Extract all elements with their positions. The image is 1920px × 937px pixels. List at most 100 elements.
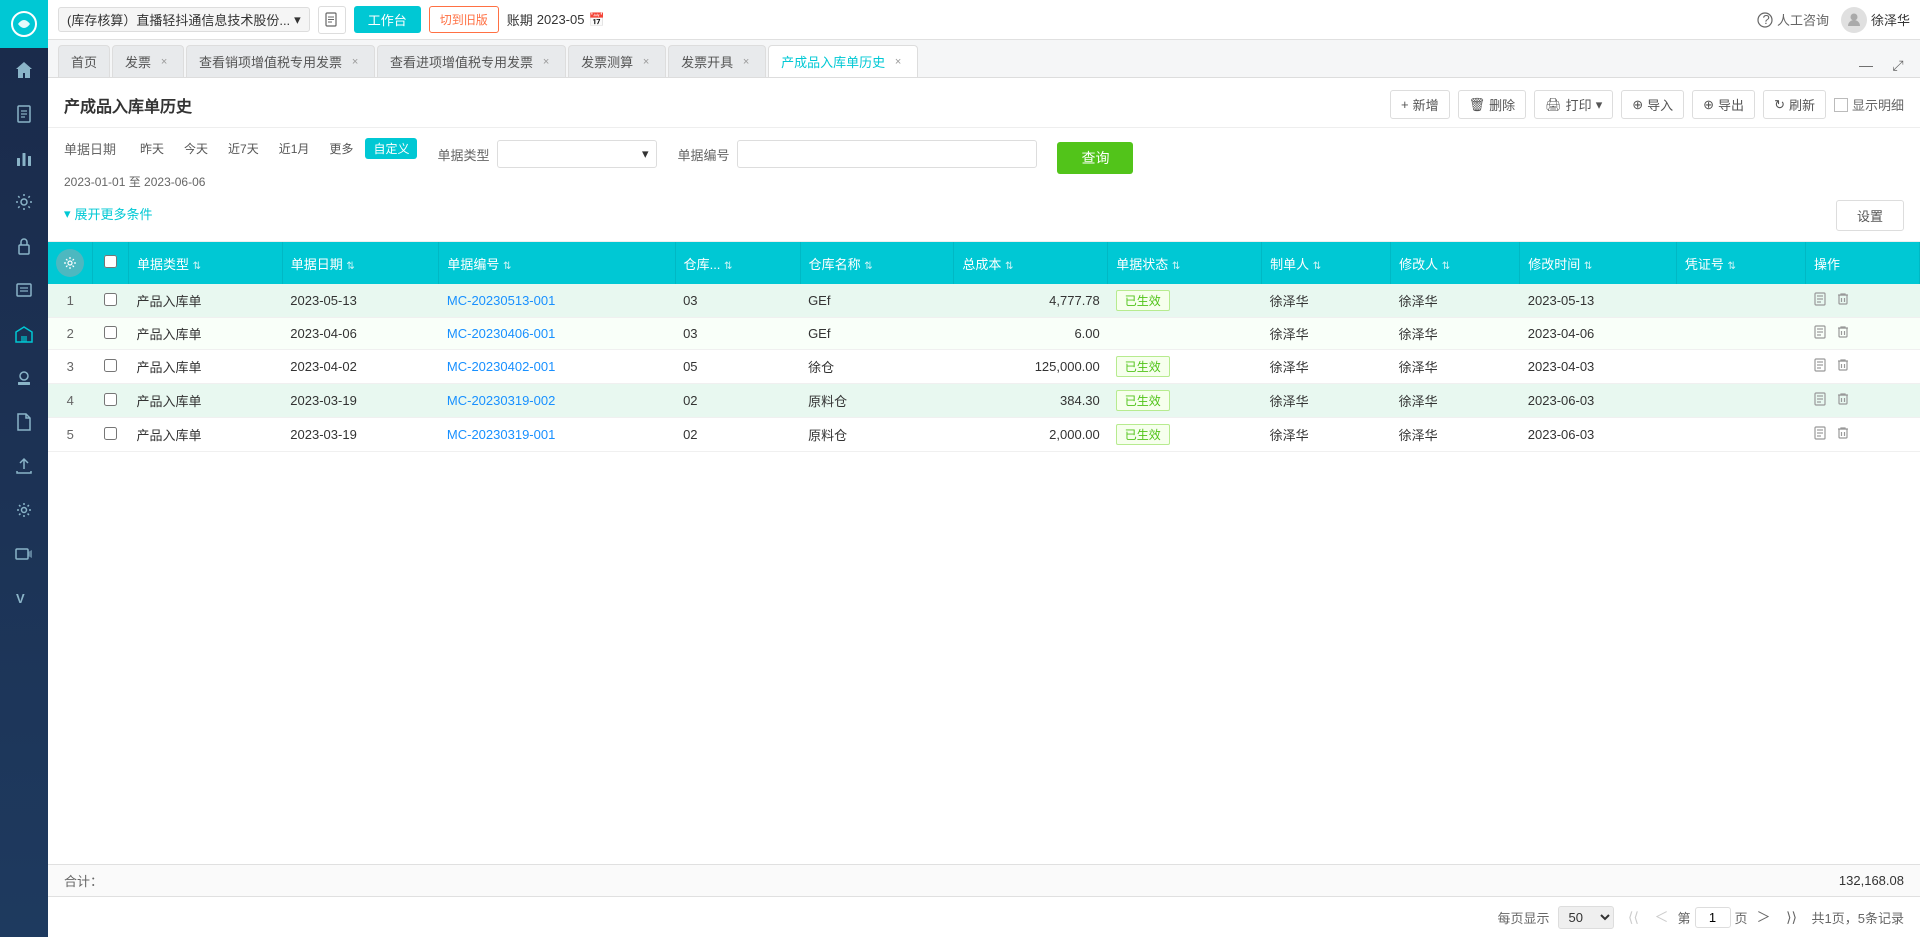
row-edit-icon-4[interactable] [1814, 426, 1828, 443]
row-delete-icon-3[interactable] [1836, 392, 1850, 409]
sidebar-item-gear[interactable] [0, 488, 48, 532]
company-selector[interactable]: (库存核算）直播轻抖通信息技术股份... ▾ [58, 7, 310, 32]
row-doc-no-2[interactable]: MC-20230402-001 [439, 350, 675, 384]
tab-product-history-close[interactable]: × [891, 55, 905, 69]
sidebar-item-video[interactable] [0, 532, 48, 576]
column-settings-icon[interactable] [56, 249, 84, 277]
settings-col-header[interactable] [48, 242, 93, 284]
workbench-button[interactable]: 工作台 [354, 6, 421, 33]
sidebar-item-docs[interactable] [0, 92, 48, 136]
doc-date-col-header[interactable]: 单据日期 ⇅ [282, 242, 439, 284]
tab-invoice-issue-close[interactable]: × [739, 55, 753, 69]
tab-invoice-close[interactable]: × [157, 55, 171, 69]
row-doc-no-0[interactable]: MC-20230513-001 [439, 284, 675, 318]
import-button[interactable]: ⊕ 导入 [1621, 90, 1684, 119]
doc-type-select[interactable]: ▾ [497, 140, 657, 168]
tab-invoice-calc-close[interactable]: × [639, 55, 653, 69]
new-button[interactable]: + + 新增 新增 [1390, 90, 1450, 119]
doc-type-col-header[interactable]: 单据类型 ⇅ [129, 242, 283, 284]
last-page-button[interactable]: ⟩⟩ [1780, 905, 1804, 929]
refresh-button[interactable]: ↻ 刷新 [1763, 90, 1826, 119]
modify-time-col-header[interactable]: 修改时间 ⇅ [1520, 242, 1677, 284]
doc-no-input[interactable] [737, 140, 1037, 168]
sidebar-item-stamp[interactable] [0, 356, 48, 400]
switch-version-button[interactable]: 切到旧版 [429, 6, 499, 33]
sidebar-item-warehouse[interactable] [0, 312, 48, 356]
row-warehouse-name-2: 徐仓 [800, 350, 954, 384]
sidebar-item-upload[interactable] [0, 444, 48, 488]
doc-no-col-header[interactable]: 单据编号 ⇅ [439, 242, 675, 284]
row-edit-icon-1[interactable] [1814, 325, 1828, 342]
row-checkbox-3[interactable] [93, 384, 129, 418]
page-size-select[interactable]: 50 10 20 100 [1558, 906, 1614, 929]
creator-col-header[interactable]: 制单人 ⇅ [1262, 242, 1391, 284]
page-number-input[interactable] [1695, 907, 1731, 928]
date-today-btn[interactable]: 今天 [176, 138, 216, 159]
row-creator-2: 徐泽华 [1262, 350, 1391, 384]
row-checkbox-4[interactable] [93, 418, 129, 452]
row-delete-icon-0[interactable] [1836, 292, 1850, 309]
row-delete-icon-4[interactable] [1836, 426, 1850, 443]
sidebar-item-invoice[interactable] [0, 268, 48, 312]
delete-button[interactable]: 🗑 删除 [1458, 90, 1527, 119]
row-checkbox-0[interactable] [93, 284, 129, 318]
date-more-btn[interactable]: 更多 [321, 138, 361, 159]
checkbox-col-header[interactable] [93, 242, 129, 284]
row-edit-icon-3[interactable] [1814, 392, 1828, 409]
doc-icon-button[interactable] [318, 6, 346, 34]
user-menu[interactable]: 徐泽华 [1841, 7, 1910, 33]
table-row: 3 产品入库单 2023-04-02 MC-20230402-001 05 徐仓… [48, 350, 1920, 384]
tab-purchase-vat-close[interactable]: × [539, 55, 553, 69]
tab-invoice-calc[interactable]: 发票测算 × [568, 45, 666, 77]
row-doc-no-1[interactable]: MC-20230406-001 [439, 318, 675, 350]
date-custom-btn[interactable]: 自定义 [365, 138, 417, 159]
tab-product-history-label: 产成品入库单历史 [781, 52, 885, 71]
query-button[interactable]: 查询 [1057, 142, 1133, 174]
row-edit-icon-0[interactable] [1814, 292, 1828, 309]
app-logo[interactable] [0, 0, 48, 48]
period-calendar-icon[interactable]: 📅 [588, 12, 604, 28]
sidebar-item-settings[interactable] [0, 180, 48, 224]
row-checkbox-1[interactable] [93, 318, 129, 350]
row-delete-icon-1[interactable] [1836, 325, 1850, 342]
modifier-col-header[interactable]: 修改人 ⇅ [1391, 242, 1520, 284]
row-doc-no-4[interactable]: MC-20230319-001 [439, 418, 675, 452]
row-edit-icon-2[interactable] [1814, 358, 1828, 375]
warehouse-name-col-header[interactable]: 仓库名称 ⇅ [800, 242, 954, 284]
date-1month-btn[interactable]: 近1月 [271, 138, 318, 159]
sidebar-item-home[interactable] [0, 48, 48, 92]
tab-sales-vat[interactable]: 查看销项增值税专用发票 × [186, 45, 375, 77]
next-page-button[interactable]: ＞ [1752, 905, 1776, 929]
row-checkbox-2[interactable] [93, 350, 129, 384]
sidebar-item-vip[interactable]: V [0, 576, 48, 620]
date-7days-btn[interactable]: 近7天 [220, 138, 267, 159]
prev-page-button[interactable]: ＜ [1650, 905, 1674, 929]
row-actions-4 [1806, 418, 1920, 452]
export-button[interactable]: ⊕ 导出 [1692, 90, 1755, 119]
help-button[interactable]: ? 人工咨询 [1757, 10, 1829, 29]
tab-sales-vat-close[interactable]: × [348, 55, 362, 69]
sidebar-item-report[interactable] [0, 400, 48, 444]
doc-status-col-header[interactable]: 单据状态 ⇅ [1108, 242, 1262, 284]
row-delete-icon-2[interactable] [1836, 358, 1850, 375]
tab-home[interactable]: 首页 [58, 45, 110, 77]
tab-product-history[interactable]: 产成品入库单历史 × [768, 45, 918, 77]
tab-purchase-vat[interactable]: 查看进项增值税专用发票 × [377, 45, 566, 77]
display-detail-toggle[interactable]: 显示明细 [1834, 95, 1904, 114]
tabs-maximize-button[interactable]: ⤢ [1886, 53, 1910, 77]
tabs-minimize-button[interactable]: — [1854, 53, 1878, 77]
sidebar-item-lock[interactable] [0, 224, 48, 268]
row-doc-no-3[interactable]: MC-20230319-002 [439, 384, 675, 418]
expand-conditions-button[interactable]: ▾ 展开更多条件 [64, 204, 153, 223]
print-button[interactable]: 🖨 打印 ▾ [1534, 90, 1613, 119]
tab-invoice[interactable]: 发票 × [112, 45, 184, 77]
voucher-no-col-header[interactable]: 凭证号 ⇅ [1676, 242, 1805, 284]
total-cost-col-header[interactable]: 总成本 ⇅ [954, 242, 1108, 284]
sidebar-item-chart[interactable] [0, 136, 48, 180]
tab-invoice-issue[interactable]: 发票开具 × [668, 45, 766, 77]
first-page-button[interactable]: ⟨⟨ [1622, 905, 1646, 929]
select-all-checkbox[interactable] [104, 255, 117, 268]
date-yesterday-btn[interactable]: 昨天 [132, 138, 172, 159]
set-button[interactable]: 设置 [1836, 200, 1904, 231]
warehouse-code-col-header[interactable]: 仓库... ⇅ [675, 242, 800, 284]
